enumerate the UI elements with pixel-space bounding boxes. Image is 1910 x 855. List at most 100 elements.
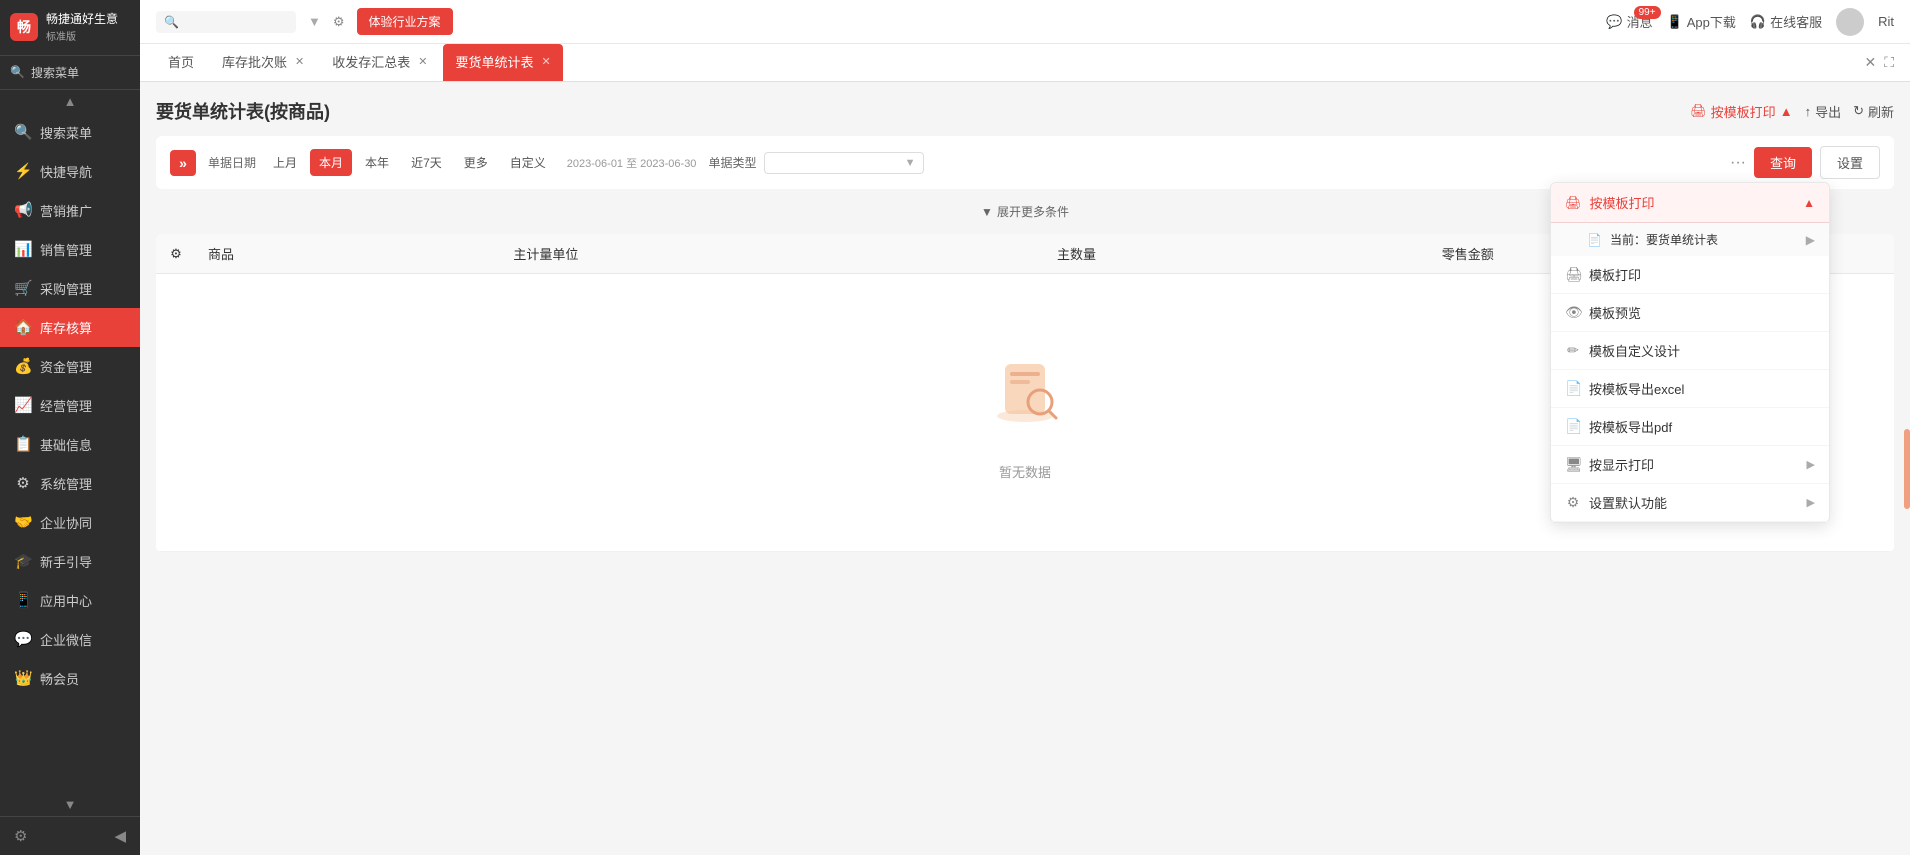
tab-batch-label: 库存批次账 bbox=[222, 52, 287, 71]
filter-toggle-btn[interactable]: » bbox=[170, 150, 196, 176]
sidebar-item-collab[interactable]: 🤝 企业协同 bbox=[0, 503, 140, 542]
tab-collection-close[interactable]: ✕ bbox=[418, 55, 427, 68]
date-btn-this-month[interactable]: 本月 bbox=[310, 149, 352, 176]
template-design-item[interactable]: ✏ 模板自定义设计 bbox=[1551, 332, 1829, 370]
date-btn-custom[interactable]: 自定义 bbox=[501, 149, 555, 176]
display-print-arrow: ▶ bbox=[1807, 458, 1815, 471]
scroll-up-btn[interactable]: ▲ bbox=[0, 90, 140, 113]
order-type-select[interactable]: ▼ bbox=[764, 152, 924, 174]
sidebar-item-guide[interactable]: 🎓 新手引导 bbox=[0, 542, 140, 581]
export-pdf-icon: 📄 bbox=[1565, 418, 1581, 435]
tab-order-stat-close[interactable]: ✕ bbox=[542, 55, 551, 68]
tab-collection[interactable]: 收发存汇总表 ✕ bbox=[320, 44, 439, 81]
marketing-nav-icon: 📢 bbox=[14, 201, 32, 219]
expand-tab-icon[interactable]: ⛶ bbox=[1884, 54, 1894, 71]
sidebar-item-system[interactable]: ⚙ 系统管理 bbox=[0, 464, 140, 503]
guide-nav-icon: 🎓 bbox=[14, 552, 32, 570]
sidebar-item-basic[interactable]: 📋 基础信息 bbox=[0, 425, 140, 464]
tabs-bar: 首页库存批次账✕收发存汇总表✕要货单统计表✕ ✕ ⛶ bbox=[140, 44, 1910, 82]
inventory-nav-icon: 🏠 bbox=[14, 318, 32, 336]
date-btn-this-year[interactable]: 本年 bbox=[356, 149, 398, 176]
tab-order-stat[interactable]: 要货单统计表✕ bbox=[443, 44, 562, 81]
tab-home-label: 首页 bbox=[168, 52, 194, 71]
date-btn-more[interactable]: 更多 bbox=[455, 149, 497, 176]
toggle-sidebar-icon[interactable]: ◀ bbox=[114, 827, 126, 845]
online-service-label: 在线客服 bbox=[1770, 12, 1822, 31]
user-avatar[interactable] bbox=[1836, 8, 1864, 36]
tab-home[interactable]: 首页 bbox=[156, 44, 206, 81]
tab-batch[interactable]: 库存批次账 ✕ bbox=[210, 44, 316, 81]
sidebar-item-operations[interactable]: 📈 经营管理 bbox=[0, 386, 140, 425]
refresh-btn[interactable]: ↻ 刷新 bbox=[1853, 102, 1894, 121]
display-print-label: 按显示打印 bbox=[1589, 455, 1654, 474]
quick-nav-nav-label: 快捷导航 bbox=[40, 162, 92, 181]
template-preview-icon: 👁 bbox=[1565, 304, 1581, 321]
col-header-product: 商品 bbox=[196, 234, 501, 274]
date-btn-prev-month[interactable]: 上月 bbox=[264, 149, 306, 176]
appstore-nav-label: 应用中心 bbox=[40, 591, 92, 610]
settings-filter-btn[interactable]: 设置 bbox=[1820, 146, 1880, 179]
sidebar-item-member[interactable]: 👑 畅会员 bbox=[0, 659, 140, 698]
popup-current-item[interactable]: 📄 当前：要货单统计表 ▶ bbox=[1551, 223, 1829, 256]
page-content: 要货单统计表(按商品) 🖨 按模板打印 ▲ ↑ 导出 ↻ 刷新 bbox=[140, 82, 1910, 855]
sidebar-item-quick-nav[interactable]: ⚡ 快捷导航 bbox=[0, 152, 140, 191]
expand-btn[interactable]: ▼ 展开更多条件 bbox=[973, 199, 1077, 224]
scroll-down-btn[interactable]: ▼ bbox=[0, 793, 140, 816]
sidebar-item-inventory[interactable]: 🏠 库存核算 bbox=[0, 308, 140, 347]
export-pdf-item[interactable]: 📄 按模板导出pdf bbox=[1551, 408, 1829, 446]
sidebar-item-finance[interactable]: 💰 资金管理 bbox=[0, 347, 140, 386]
sidebar-item-purchase[interactable]: 🛒 采购管理 bbox=[0, 269, 140, 308]
industry-btn[interactable]: 体验行业方案 bbox=[357, 8, 453, 35]
template-print-item[interactable]: 🖨 模板打印 bbox=[1551, 256, 1829, 294]
sidebar-footer: ⚙ ◀ bbox=[0, 816, 140, 855]
date-range-text: 2023-06-01 至 2023-06-30 bbox=[567, 155, 697, 171]
export-excel-item[interactable]: 📄 按模板导出excel bbox=[1551, 370, 1829, 408]
breadcrumb-search[interactable]: 🔍 bbox=[156, 11, 296, 33]
sidebar-item-search[interactable]: 🔍 搜索菜单 bbox=[0, 113, 140, 152]
sidebar-item-marketing[interactable]: 📢 营销推广 bbox=[0, 191, 140, 230]
message-action[interactable]: 💬 消息 99+ bbox=[1606, 12, 1652, 31]
display-print-left: 🖥 按显示打印 bbox=[1565, 455, 1654, 474]
wecom-nav-icon: 💬 bbox=[14, 630, 32, 648]
popup-header[interactable]: 🖨 按模板打印 ▲ bbox=[1551, 183, 1829, 223]
default-func-item[interactable]: ⚙ 设置默认功能 ▶ bbox=[1551, 484, 1829, 522]
tab-collection-label: 收发存汇总表 bbox=[332, 52, 410, 71]
close-tab-icon[interactable]: ✕ bbox=[1864, 54, 1876, 71]
col-header-unit: 主计量单位 bbox=[501, 234, 1045, 274]
template-preview-item[interactable]: 👁 模板预览 bbox=[1551, 294, 1829, 332]
template-print-label: 按模板打印 bbox=[1711, 102, 1776, 121]
popup-collapse-icon[interactable]: ▲ bbox=[1803, 196, 1815, 210]
query-btn[interactable]: 查询 bbox=[1754, 147, 1812, 178]
online-service-action[interactable]: 🎧 在线客服 bbox=[1750, 12, 1822, 31]
date-filter-section: 单据日期 上月本月本年近7天更多自定义 2023-06-01 至 2023-06… bbox=[208, 149, 696, 176]
sidebar-item-appstore[interactable]: 📱 应用中心 bbox=[0, 581, 140, 620]
printer-icon: 🖨 bbox=[1690, 103, 1707, 119]
template-print-item-label: 模板打印 bbox=[1589, 265, 1641, 284]
sidebar-item-sales[interactable]: 📊 销售管理 bbox=[0, 230, 140, 269]
marketing-nav-label: 营销推广 bbox=[40, 201, 92, 220]
operations-nav-icon: 📈 bbox=[14, 396, 32, 414]
order-type-label: 单据类型 bbox=[708, 154, 756, 171]
export-btn[interactable]: ↑ 导出 bbox=[1805, 102, 1842, 121]
sidebar-logo[interactable]: 畅 畅捷通好生意 标准版 bbox=[0, 0, 140, 56]
header-actions: 💬 消息 99+ 📱 App下载 🎧 在线客服 Rit bbox=[1606, 8, 1894, 36]
tab-batch-close[interactable]: ✕ bbox=[295, 55, 304, 68]
sidebar-search-item[interactable]: 🔍 搜索菜单 bbox=[0, 56, 140, 90]
filter-actions: ··· 查询 设置 bbox=[1730, 146, 1880, 179]
display-print-item[interactable]: 🖥 按显示打印 ▶ bbox=[1551, 446, 1829, 484]
user-name: Rit bbox=[1878, 14, 1894, 29]
page-header-actions: 🖨 按模板打印 ▲ ↑ 导出 ↻ 刷新 bbox=[1690, 102, 1894, 121]
export-excel-label: 按模板导出excel bbox=[1589, 379, 1684, 398]
date-btn-last-7[interactable]: 近7天 bbox=[402, 149, 451, 176]
sidebar-item-wecom[interactable]: 💬 企业微信 bbox=[0, 620, 140, 659]
settings-icon[interactable]: ⚙ bbox=[333, 14, 345, 30]
dropdown-arrow-icon[interactable]: ▼ bbox=[308, 14, 321, 29]
settings-footer-icon[interactable]: ⚙ bbox=[14, 827, 27, 845]
scroll-hint bbox=[1904, 429, 1910, 509]
default-func-icon: ⚙ bbox=[1565, 494, 1581, 511]
breadcrumb-search-icon: 🔍 bbox=[164, 15, 179, 29]
template-print-btn[interactable]: 🖨 按模板打印 ▲ bbox=[1690, 102, 1792, 121]
app-download-action[interactable]: 📱 App下载 bbox=[1667, 12, 1736, 31]
more-options-icon[interactable]: ··· bbox=[1730, 154, 1746, 172]
default-func-label: 设置默认功能 bbox=[1589, 493, 1667, 512]
